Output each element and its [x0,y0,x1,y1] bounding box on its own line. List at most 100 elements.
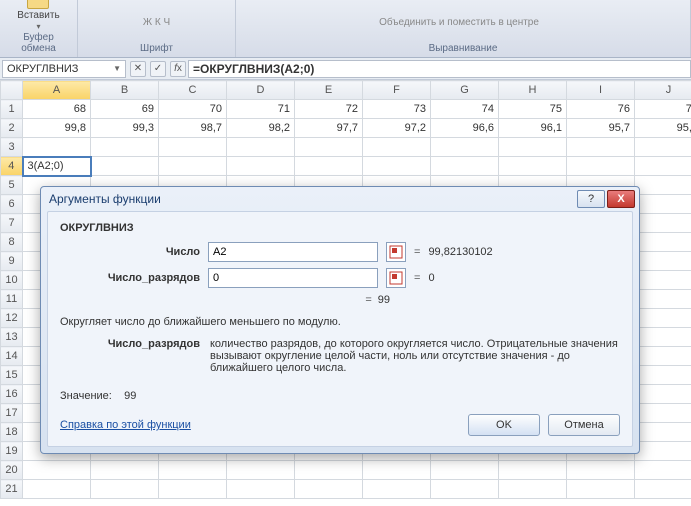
cell[interactable] [363,157,431,176]
cell[interactable] [499,480,567,499]
cell[interactable] [227,461,295,480]
cell[interactable]: 95,7 [567,119,635,138]
row-header[interactable]: 17 [1,404,23,423]
cell[interactable] [635,290,691,309]
cell[interactable] [635,233,691,252]
cell[interactable]: 68 [23,100,91,119]
cell[interactable] [295,461,363,480]
cell[interactable]: 98,2 [227,119,295,138]
cell[interactable] [567,138,635,157]
cell[interactable] [635,195,691,214]
col-header[interactable]: G [431,81,499,100]
row-header[interactable]: 12 [1,309,23,328]
col-header[interactable]: H [499,81,567,100]
row-header[interactable]: 15 [1,366,23,385]
cell[interactable]: 69 [91,100,159,119]
select-all-corner[interactable] [1,81,23,100]
cell[interactable] [159,480,227,499]
col-header[interactable]: D [227,81,295,100]
cell[interactable]: 73 [363,100,431,119]
cell[interactable] [431,480,499,499]
cell[interactable] [159,138,227,157]
arg1-input[interactable] [208,242,378,262]
cell[interactable] [635,461,691,480]
col-header[interactable]: J [635,81,691,100]
row-header[interactable]: 16 [1,385,23,404]
row-header[interactable]: 13 [1,328,23,347]
cell[interactable] [567,480,635,499]
cell[interactable] [635,214,691,233]
cell[interactable]: 75 [499,100,567,119]
cell[interactable] [431,138,499,157]
cell[interactable]: 98,7 [159,119,227,138]
cell[interactable]: 95,2 [635,119,691,138]
cancel-formula-button[interactable]: ✕ [130,61,146,77]
cell[interactable] [635,328,691,347]
cell[interactable] [23,138,91,157]
close-button[interactable]: X [607,190,635,208]
col-header[interactable]: F [363,81,431,100]
row-header[interactable]: 11 [1,290,23,309]
fx-button[interactable]: fx [170,61,186,77]
cell[interactable] [635,385,691,404]
row-header[interactable]: 20 [1,461,23,480]
cell[interactable] [295,480,363,499]
cell[interactable] [635,366,691,385]
row-header[interactable]: 6 [1,195,23,214]
cell[interactable] [363,461,431,480]
chevron-down-icon[interactable]: ▼ [113,64,121,73]
row-header[interactable]: 9 [1,252,23,271]
cell[interactable]: 77 [635,100,691,119]
cell[interactable]: 97,2 [363,119,431,138]
col-header[interactable]: E [295,81,363,100]
cell[interactable] [363,138,431,157]
cell[interactable]: 72 [295,100,363,119]
row-header[interactable]: 4 [1,157,23,176]
cell[interactable] [91,157,159,176]
row-header[interactable]: 18 [1,423,23,442]
cell[interactable] [635,157,691,176]
help-button[interactable]: ? [577,190,605,208]
cancel-button[interactable]: Отмена [548,414,620,436]
cell[interactable]: 96,6 [431,119,499,138]
help-link[interactable]: Справка по этой функции [60,419,191,431]
cell[interactable]: 76 [567,100,635,119]
row-header[interactable]: 14 [1,347,23,366]
col-header[interactable]: I [567,81,635,100]
row-header[interactable]: 7 [1,214,23,233]
cell[interactable] [635,347,691,366]
cell[interactable] [635,442,691,461]
cell[interactable] [159,157,227,176]
range-select-button[interactable] [386,268,406,288]
cell[interactable]: 99,8 [23,119,91,138]
cell[interactable]: 99,3 [91,119,159,138]
row-header[interactable]: 1 [1,100,23,119]
cell[interactable] [23,480,91,499]
col-header[interactable]: B [91,81,159,100]
cell[interactable] [295,157,363,176]
cell[interactable] [635,480,691,499]
formula-input[interactable]: =ОКРУГЛВНИЗ(A2;0) [188,60,691,78]
cell[interactable] [499,461,567,480]
cell[interactable] [635,309,691,328]
cell[interactable] [499,138,567,157]
font-controls[interactable]: Ж К Ч [143,2,170,42]
cell[interactable] [635,252,691,271]
col-header[interactable]: A [23,81,91,100]
cell[interactable] [91,138,159,157]
ok-button[interactable]: OK [468,414,540,436]
accept-formula-button[interactable]: ✓ [150,61,166,77]
cell[interactable] [363,480,431,499]
cell[interactable] [635,271,691,290]
cell[interactable]: 97,7 [295,119,363,138]
cell[interactable] [567,157,635,176]
row-header[interactable]: 10 [1,271,23,290]
cell[interactable] [295,138,363,157]
cell[interactable]: 71 [227,100,295,119]
row-header[interactable]: 5 [1,176,23,195]
cell[interactable] [567,461,635,480]
row-header[interactable]: 19 [1,442,23,461]
cell[interactable] [91,480,159,499]
cell[interactable] [635,138,691,157]
cell[interactable]: 3(A2;0) [23,157,91,176]
